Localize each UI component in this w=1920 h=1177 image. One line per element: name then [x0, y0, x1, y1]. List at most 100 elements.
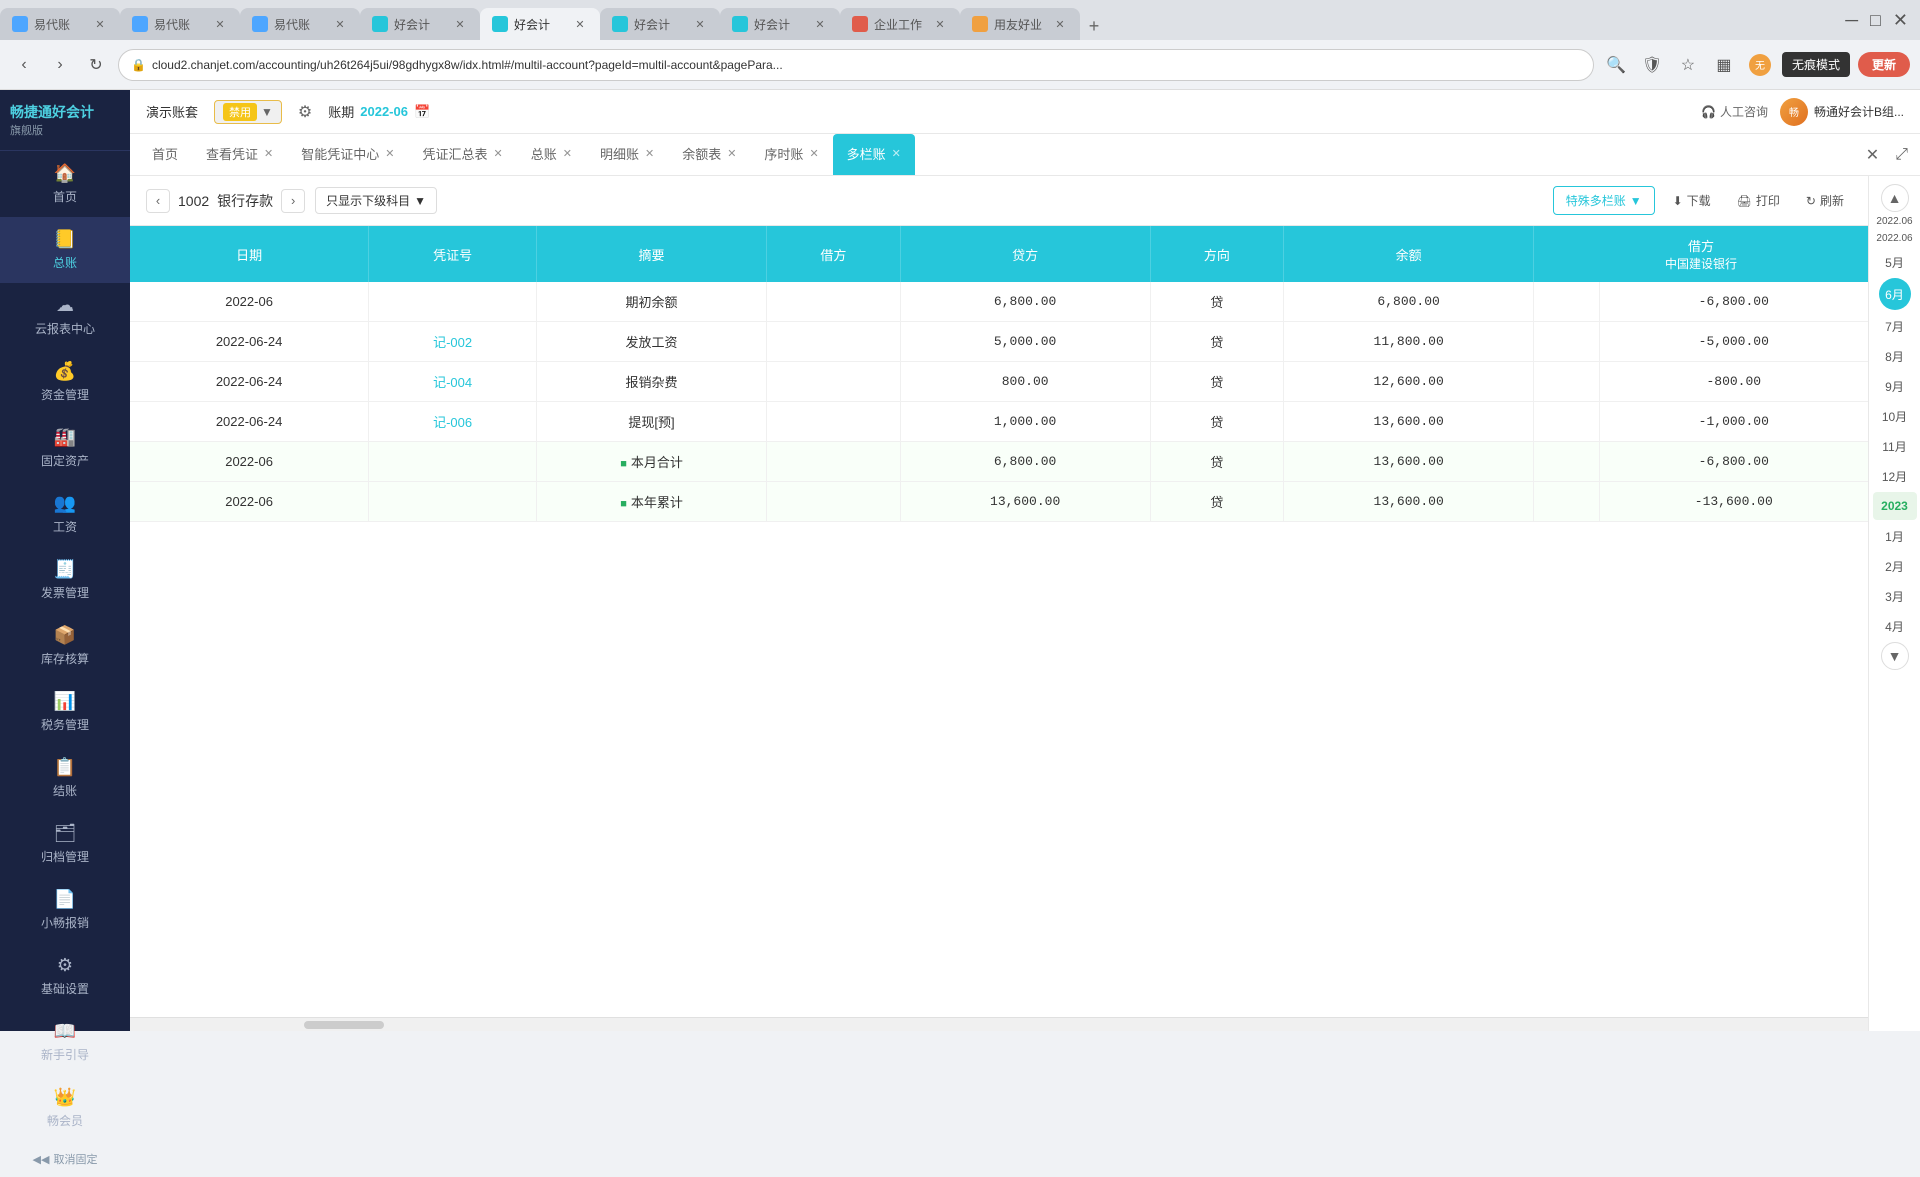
star-icon[interactable]: ☆	[1674, 51, 1702, 79]
sidebar-item-ledger[interactable]: 📒 总账	[0, 217, 130, 283]
sidebar-item-cloud-report[interactable]: ☁ 云报表中心	[0, 283, 130, 349]
tab-close-1[interactable]: ✕	[92, 16, 108, 32]
sidebar-item-inventory[interactable]: 📦 库存核算	[0, 613, 130, 679]
sidebar-toggle-icon[interactable]: ▦	[1710, 51, 1738, 79]
demo-badge[interactable]: 禁用 ▼	[214, 100, 282, 124]
refresh-button[interactable]: ↻ 刷新	[1798, 187, 1852, 214]
month-1-2023[interactable]: 1月	[1873, 522, 1917, 550]
tab-detail-ledger-close[interactable]: ✕	[645, 147, 654, 160]
unfix-button[interactable]: ◀◀ 取消固定	[10, 1151, 120, 1167]
browser-tab-2[interactable]: 易代账 ✕	[120, 8, 240, 40]
month-7[interactable]: 7月	[1873, 312, 1917, 340]
browser-tab-1[interactable]: 易代账 ✕	[0, 8, 120, 40]
voucher-link[interactable]: 记-002	[433, 335, 472, 350]
sidebar-item-tax[interactable]: 📊 税务管理	[0, 679, 130, 745]
month-5[interactable]: 5月	[1873, 248, 1917, 276]
tab-close-7[interactable]: ✕	[812, 16, 828, 32]
voucher-link[interactable]: 记-006	[433, 415, 472, 430]
sidebar-item-home[interactable]: 🏠 首页	[0, 151, 130, 217]
tab-voucher-summary-close[interactable]: ✕	[494, 147, 503, 160]
month-4-2023[interactable]: 4月	[1873, 612, 1917, 640]
month-2-2023[interactable]: 2月	[1873, 552, 1917, 580]
tab-close-2[interactable]: ✕	[212, 16, 228, 32]
tab-close-6[interactable]: ✕	[692, 16, 708, 32]
sidebar-item-fixed-assets[interactable]: 🏭 固定资产	[0, 415, 130, 481]
search-icon[interactable]: 🔍	[1602, 51, 1630, 79]
tab-chronological-close[interactable]: ✕	[809, 147, 818, 160]
sidebar-item-funds[interactable]: 💰 资金管理	[0, 349, 130, 415]
tab-view-voucher-close[interactable]: ✕	[264, 147, 273, 160]
sidebar-item-expense[interactable]: 📄 小畅报销	[0, 877, 130, 943]
settings-button[interactable]: ⚙	[298, 102, 312, 122]
month-10[interactable]: 10月	[1873, 402, 1917, 430]
address-bar[interactable]: 🔒 cloud2.chanjet.com/accounting/uh26t264…	[118, 49, 1594, 81]
tab-voucher-summary[interactable]: 凭证汇总表 ✕	[408, 134, 516, 175]
browser-tab-8[interactable]: 企业工作 ✕	[840, 8, 960, 40]
tab-smart-voucher-close[interactable]: ✕	[385, 147, 394, 160]
browser-tab-6[interactable]: 好会计 ✕	[600, 8, 720, 40]
voucher-link[interactable]: 记-004	[433, 375, 472, 390]
refresh-button[interactable]: ↻	[82, 51, 110, 79]
horizontal-scroll-thumb[interactable]	[304, 1021, 384, 1029]
sidebar-item-payroll[interactable]: 👥 工资	[0, 481, 130, 547]
forward-button[interactable]: ›	[46, 51, 74, 79]
tab-close-5[interactable]: ✕	[572, 16, 588, 32]
browser-tab-5[interactable]: 好会计 ✕	[480, 8, 600, 40]
browser-tab-4[interactable]: 好会计 ✕	[360, 8, 480, 40]
tab-view-voucher[interactable]: 查看凭证 ✕	[192, 134, 287, 175]
user-info[interactable]: 畅 畅通好会计B组...	[1780, 98, 1904, 126]
month-9[interactable]: 9月	[1873, 372, 1917, 400]
month-8[interactable]: 8月	[1873, 342, 1917, 370]
month-scroll-up[interactable]: ▲	[1881, 184, 1909, 212]
month-6[interactable]: 6月	[1879, 278, 1911, 310]
tab-general-ledger[interactable]: 总账 ✕	[517, 134, 586, 175]
special-multi-column-button[interactable]: 特殊多栏账 ▼	[1553, 186, 1655, 215]
tab-balance-sheet[interactable]: 余额表 ✕	[668, 134, 750, 175]
horizontal-scrollbar[interactable]	[130, 1017, 1868, 1031]
browser-tab-9[interactable]: 用友好业 ✕	[960, 8, 1080, 40]
month-11[interactable]: 11月	[1873, 432, 1917, 460]
tab-multi-column[interactable]: 多栏账 ✕	[833, 134, 915, 175]
tab-close-3[interactable]: ✕	[332, 16, 348, 32]
browser-tab-3[interactable]: 易代账 ✕	[240, 8, 360, 40]
prev-account-button[interactable]: ‹	[146, 189, 170, 213]
sidebar-item-invoice[interactable]: 🧾 发票管理	[0, 547, 130, 613]
consult-button[interactable]: 🎧 人工咨询	[1701, 103, 1768, 120]
wuhen-mode-button[interactable]: 无痕模式	[1782, 52, 1850, 77]
close-accounts-icon: 📋	[54, 757, 76, 778]
browser-tab-7[interactable]: 好会计 ✕	[720, 8, 840, 40]
close-tab-icon[interactable]: ✕	[1862, 141, 1883, 169]
profile-icon[interactable]: 无	[1746, 51, 1774, 79]
print-button[interactable]: 🖨 打印	[1729, 187, 1788, 214]
new-tab-button[interactable]: +	[1080, 12, 1108, 40]
tab-close-4[interactable]: ✕	[452, 16, 468, 32]
sidebar-item-guide[interactable]: 📖 新手引导	[0, 1009, 130, 1075]
month-12[interactable]: 12月	[1873, 462, 1917, 490]
shield-icon[interactable]: 🛡	[1638, 51, 1666, 79]
tab-multi-column-close[interactable]: ✕	[892, 147, 901, 160]
expand-tab-icon[interactable]: ⤢	[1891, 142, 1912, 168]
tab-smart-voucher[interactable]: 智能凭证中心 ✕	[287, 134, 408, 175]
close-window-icon[interactable]: ✕	[1893, 10, 1908, 31]
sidebar-item-archive[interactable]: 🗂 归档管理	[0, 811, 130, 877]
tab-general-ledger-close[interactable]: ✕	[563, 147, 572, 160]
filter-dropdown[interactable]: 只显示下级科目 ▼	[315, 187, 437, 214]
sidebar-item-close-accounts[interactable]: 📋 结账	[0, 745, 130, 811]
tab-balance-sheet-close[interactable]: ✕	[727, 147, 736, 160]
tab-chronological[interactable]: 序时账 ✕	[750, 134, 832, 175]
month-scroll-down[interactable]: ▼	[1881, 642, 1909, 670]
tab-detail-ledger[interactable]: 明细账 ✕	[586, 134, 668, 175]
sidebar-item-settings[interactable]: ⚙ 基础设置	[0, 943, 130, 1009]
update-button[interactable]: 更新	[1858, 52, 1910, 77]
back-button[interactable]: ‹	[10, 51, 38, 79]
ledger-table-wrap[interactable]: 日期 凭证号 摘要 借方 贷方 方向 余额 借方中国建设银行	[130, 226, 1868, 1017]
download-button[interactable]: ⬇ 下载	[1665, 187, 1719, 214]
maximize-icon[interactable]: □	[1870, 10, 1881, 31]
tab-close-8[interactable]: ✕	[932, 16, 948, 32]
month-3-2023[interactable]: 3月	[1873, 582, 1917, 610]
sidebar-item-member[interactable]: 👑 畅会员	[0, 1075, 130, 1141]
tab-home[interactable]: 首页	[138, 134, 192, 175]
minimize-icon[interactable]: ─	[1845, 10, 1858, 31]
next-account-button[interactable]: ›	[281, 189, 305, 213]
tab-close-9[interactable]: ✕	[1052, 16, 1068, 32]
